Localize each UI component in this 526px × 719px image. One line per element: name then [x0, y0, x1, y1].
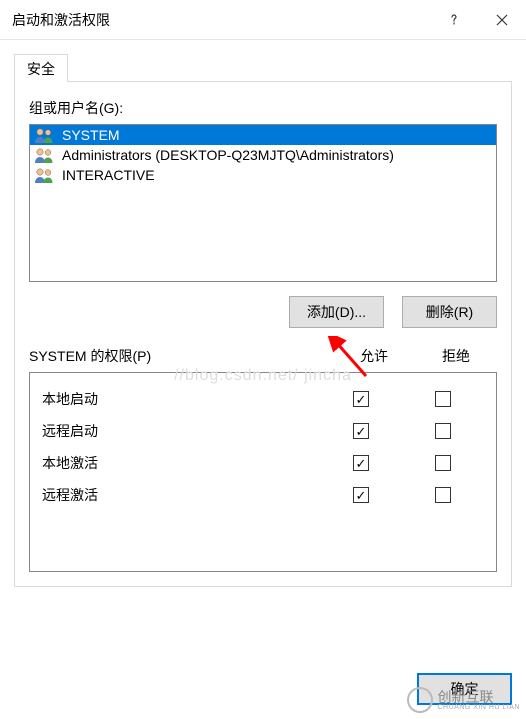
allow-checkbox[interactable]	[353, 391, 369, 407]
security-panel: 组或用户名(G): SYSTEM Administrators (DESKTOP-…	[14, 81, 512, 587]
list-item[interactable]: INTERACTIVE	[30, 165, 496, 185]
tab-strip: 安全	[14, 54, 526, 82]
deny-checkbox[interactable]	[435, 487, 451, 503]
permissions-header: SYSTEM 的权限(P) 允许 拒绝	[29, 346, 497, 366]
permission-row: 本地启动	[30, 383, 496, 415]
titlebar: 启动和激活权限	[0, 0, 526, 40]
permission-row: 远程启动	[30, 415, 496, 447]
permissions-table: 本地启动远程启动本地激活远程激活	[29, 372, 497, 572]
deny-checkbox[interactable]	[435, 455, 451, 471]
list-item[interactable]: Administrators (DESKTOP-Q23MJTQ\Administ…	[30, 145, 496, 165]
deny-checkbox[interactable]	[435, 391, 451, 407]
deny-header: 拒绝	[415, 346, 497, 366]
permission-name: 远程激活	[42, 485, 320, 505]
help-button[interactable]	[430, 0, 478, 40]
permission-row: 远程激活	[30, 479, 496, 511]
close-button[interactable]	[478, 0, 526, 40]
tab-security[interactable]: 安全	[14, 54, 68, 82]
allow-header: 允许	[333, 346, 415, 366]
groups-listbox[interactable]: SYSTEM Administrators (DESKTOP-Q23MJTQ\Ad…	[29, 124, 497, 282]
groups-label: 组或用户名(G):	[29, 98, 497, 118]
allow-checkbox[interactable]	[353, 487, 369, 503]
list-item-label: SYSTEM	[62, 127, 120, 143]
window-title: 启动和激活权限	[12, 10, 430, 30]
permission-name: 远程启动	[42, 421, 320, 441]
allow-checkbox[interactable]	[353, 423, 369, 439]
ok-button[interactable]: 确定	[417, 673, 512, 705]
deny-checkbox[interactable]	[435, 423, 451, 439]
permission-row: 本地激活	[30, 447, 496, 479]
allow-checkbox[interactable]	[353, 455, 369, 471]
list-item-label: Administrators (DESKTOP-Q23MJTQ\Administ…	[62, 147, 394, 163]
add-button[interactable]: 添加(D)...	[289, 296, 384, 328]
permission-name: 本地激活	[42, 453, 320, 473]
permission-name: 本地启动	[42, 389, 320, 409]
permissions-label: SYSTEM 的权限(P)	[29, 346, 333, 366]
remove-button[interactable]: 删除(R)	[402, 296, 497, 328]
dialog-footer: 确定	[417, 673, 512, 705]
list-item[interactable]: SYSTEM	[30, 125, 496, 145]
list-item-label: INTERACTIVE	[62, 167, 155, 183]
